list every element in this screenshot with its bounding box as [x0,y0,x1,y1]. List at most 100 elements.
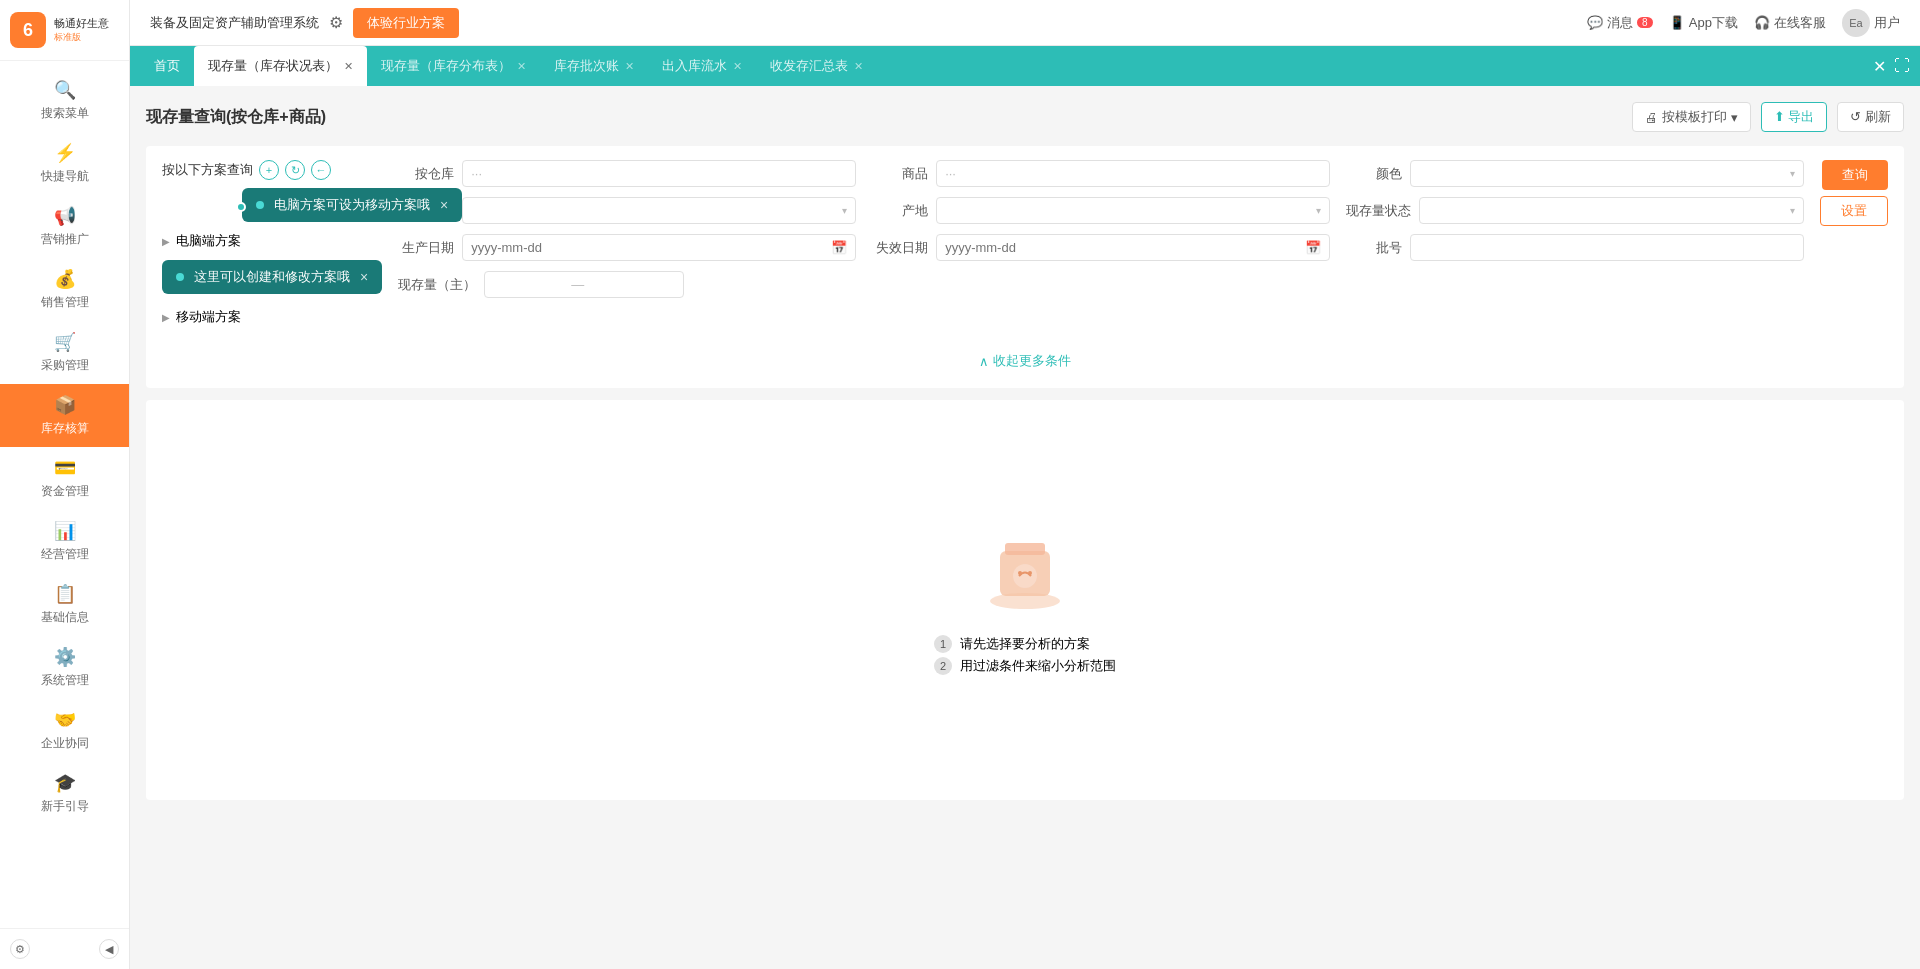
expire-date-input[interactable] [945,240,1305,255]
tooltip-dot [256,201,264,209]
sidebar-item-basic[interactable]: 📋 基础信息 [0,573,129,636]
goods-control[interactable]: ··· [936,160,1330,187]
tab-collect-total-label: 收发存汇总表 [770,57,848,75]
sidebar-item-guide[interactable]: ⚡ 快捷导航 [0,132,129,195]
add-scheme-btn[interactable]: + [259,160,279,180]
sidebar-item-search-label: 搜索菜单 [41,105,89,122]
batch-no-control[interactable] [1410,234,1804,261]
sidebar-item-search[interactable]: 🔍 搜索菜单 [0,69,129,132]
tab-inventory-status[interactable]: 现存量（库存状况表） ✕ [194,46,367,86]
page-header: 现存量查询(按仓库+商品) 🖨 按模板打印 ▾ ⬆ 导出 ↺ 刷新 [146,102,1904,132]
header-settings-btn[interactable]: ⚙ [329,13,343,32]
expire-date-label: 失效日期 [872,239,928,257]
prev-scheme-btn[interactable]: ← [311,160,331,180]
tab-actions: ✕ ⛶ [1873,57,1910,76]
warehouse-dots[interactable]: ··· [471,166,482,181]
collapse-sidebar-btn[interactable]: ◀ [99,939,119,959]
expire-date-calendar-icon[interactable]: 📅 [1305,240,1321,255]
desktop-scheme-item[interactable]: ▶ 电脑端方案 [162,228,382,254]
app-download-action[interactable]: 📱 App下载 [1669,14,1738,32]
data-area: 1 请先选择要分析的方案 2 用过滤条件来缩小分析范围 [146,400,1904,800]
sidebar-item-purchase[interactable]: 🛒 采购管理 [0,321,129,384]
batch-no-input[interactable] [1419,240,1795,255]
template-print-btn[interactable]: 🖨 按模板打印 ▾ [1632,102,1751,132]
sidebar-item-enterprise[interactable]: 🤝 企业协同 [0,699,129,762]
tab-expand-btn[interactable]: ⛶ [1894,57,1910,76]
collapse-filter-btn[interactable]: ∧ 收起更多条件 [162,348,1888,374]
warehouse-control[interactable]: ··· [462,160,856,187]
color-label: 颜色 [1346,165,1402,183]
export-btn[interactable]: ⬆ 导出 [1761,102,1828,132]
size-input[interactable] [471,203,838,218]
goods-dots[interactable]: ··· [945,166,956,181]
tab-collect-total[interactable]: 收发存汇总表 ✕ [756,46,877,86]
produce-date-input[interactable] [471,240,831,255]
notification-action[interactable]: 💬 消息 8 [1587,14,1653,32]
scheme-list: ▶ 电脑端方案 这里可以创建和修改方案哦 × ▶ [162,224,382,334]
warehouse-input[interactable] [486,166,847,181]
filter-row3: 生产日期 📅 失效日期 📅 [398,234,1804,261]
tab-inventory-dist[interactable]: 现存量（库存分布表） ✕ [367,46,540,86]
edit-scheme-tooltip: 这里可以创建和修改方案哦 × [162,260,382,294]
stock-qty-min-input[interactable] [493,277,563,292]
sidebar-item-system[interactable]: ⚙️ 系统管理 [0,636,129,699]
empty-tip-1: 1 请先选择要分析的方案 [934,635,1116,653]
sidebar-item-newbie[interactable]: 🎓 新手引导 [0,762,129,825]
stock-status-control[interactable]: ▾ [1419,197,1804,224]
tab-batch-account-close[interactable]: ✕ [625,60,634,73]
reset-btn[interactable]: 设置 [1820,196,1888,226]
empty-tip-1-label: 请先选择要分析的方案 [960,635,1090,653]
desktop-scheme-label: 电脑端方案 [176,232,241,250]
filter-by-label: 按以下方案查询 [162,161,253,179]
stock-qty-max-input[interactable] [592,277,662,292]
tooltip2-close[interactable]: × [360,269,368,285]
color-input[interactable] [1419,166,1786,181]
tab-in-out-flow-close[interactable]: ✕ [733,60,742,73]
tab-close-all-btn[interactable]: ✕ [1873,57,1886,76]
stock-qty-range[interactable]: — [484,271,684,298]
collapse-filter-label: 收起更多条件 [993,352,1071,370]
color-control[interactable]: ▾ [1410,160,1804,187]
sidebar-item-basic-label: 基础信息 [41,609,89,626]
refresh-scheme-btn[interactable]: ↻ [285,160,305,180]
settings-bottom-btn[interactable]: ⚙ [10,939,30,959]
refresh-btn[interactable]: ↺ 刷新 [1837,102,1904,132]
sidebar-item-marketing-label: 营销推广 [41,231,89,248]
size-control[interactable]: ▾ [462,197,856,224]
sidebar-item-sales[interactable]: 💰 销售管理 [0,258,129,321]
tab-batch-account[interactable]: 库存批次账 ✕ [540,46,648,86]
template-print-label: 按模板打印 [1662,108,1727,126]
tab-inventory-status-close[interactable]: ✕ [344,60,353,73]
tab-home[interactable]: 首页 [140,46,194,86]
tab-batch-account-label: 库存批次账 [554,57,619,75]
tab-bar: 首页 现存量（库存状况表） ✕ 现存量（库存分布表） ✕ 库存批次账 ✕ 出入库… [130,46,1920,86]
sidebar-item-marketing[interactable]: 📢 营销推广 [0,195,129,258]
search-btn[interactable]: 查询 [1822,160,1888,190]
tab-inventory-dist-close[interactable]: ✕ [517,60,526,73]
sidebar-item-inventory[interactable]: 📦 库存核算 [0,384,129,447]
sidebar: 6 畅通好生意 标准版 🔍 搜索菜单 ⚡ 快捷导航 📢 营销推广 💰 销售管理 … [0,0,130,969]
mobile-scheme-item[interactable]: ▶ 移动端方案 [162,304,382,330]
system-name: 装备及固定资产辅助管理系统 [150,14,319,32]
tooltip1-close[interactable]: × [440,197,448,213]
user-action[interactable]: Ea 用户 [1842,9,1900,37]
notification-label: 消息 [1607,14,1633,32]
solution-btn[interactable]: 体验行业方案 [353,8,459,38]
sidebar-item-operations[interactable]: 📊 经营管理 [0,510,129,573]
newbie-nav-icon: 🎓 [54,772,76,794]
produce-date-control[interactable]: 📅 [462,234,856,261]
sidebar-item-enterprise-label: 企业协同 [41,735,89,752]
produce-date-calendar-icon[interactable]: 📅 [831,240,847,255]
online-service-action[interactable]: 🎧 在线客服 [1754,14,1826,32]
expire-date-control[interactable]: 📅 [936,234,1330,261]
origin-input[interactable] [945,203,1312,218]
tab-in-out-flow[interactable]: 出入库流水 ✕ [648,46,756,86]
tab-collect-total-close[interactable]: ✕ [854,60,863,73]
stock-status-input[interactable] [1428,203,1786,218]
sidebar-item-system-label: 系统管理 [41,672,89,689]
finance-nav-icon: 💳 [54,457,76,479]
goods-input[interactable] [960,166,1321,181]
sidebar-item-finance[interactable]: 💳 资金管理 [0,447,129,510]
origin-control[interactable]: ▾ [936,197,1330,224]
app-download-label: App下载 [1689,14,1738,32]
